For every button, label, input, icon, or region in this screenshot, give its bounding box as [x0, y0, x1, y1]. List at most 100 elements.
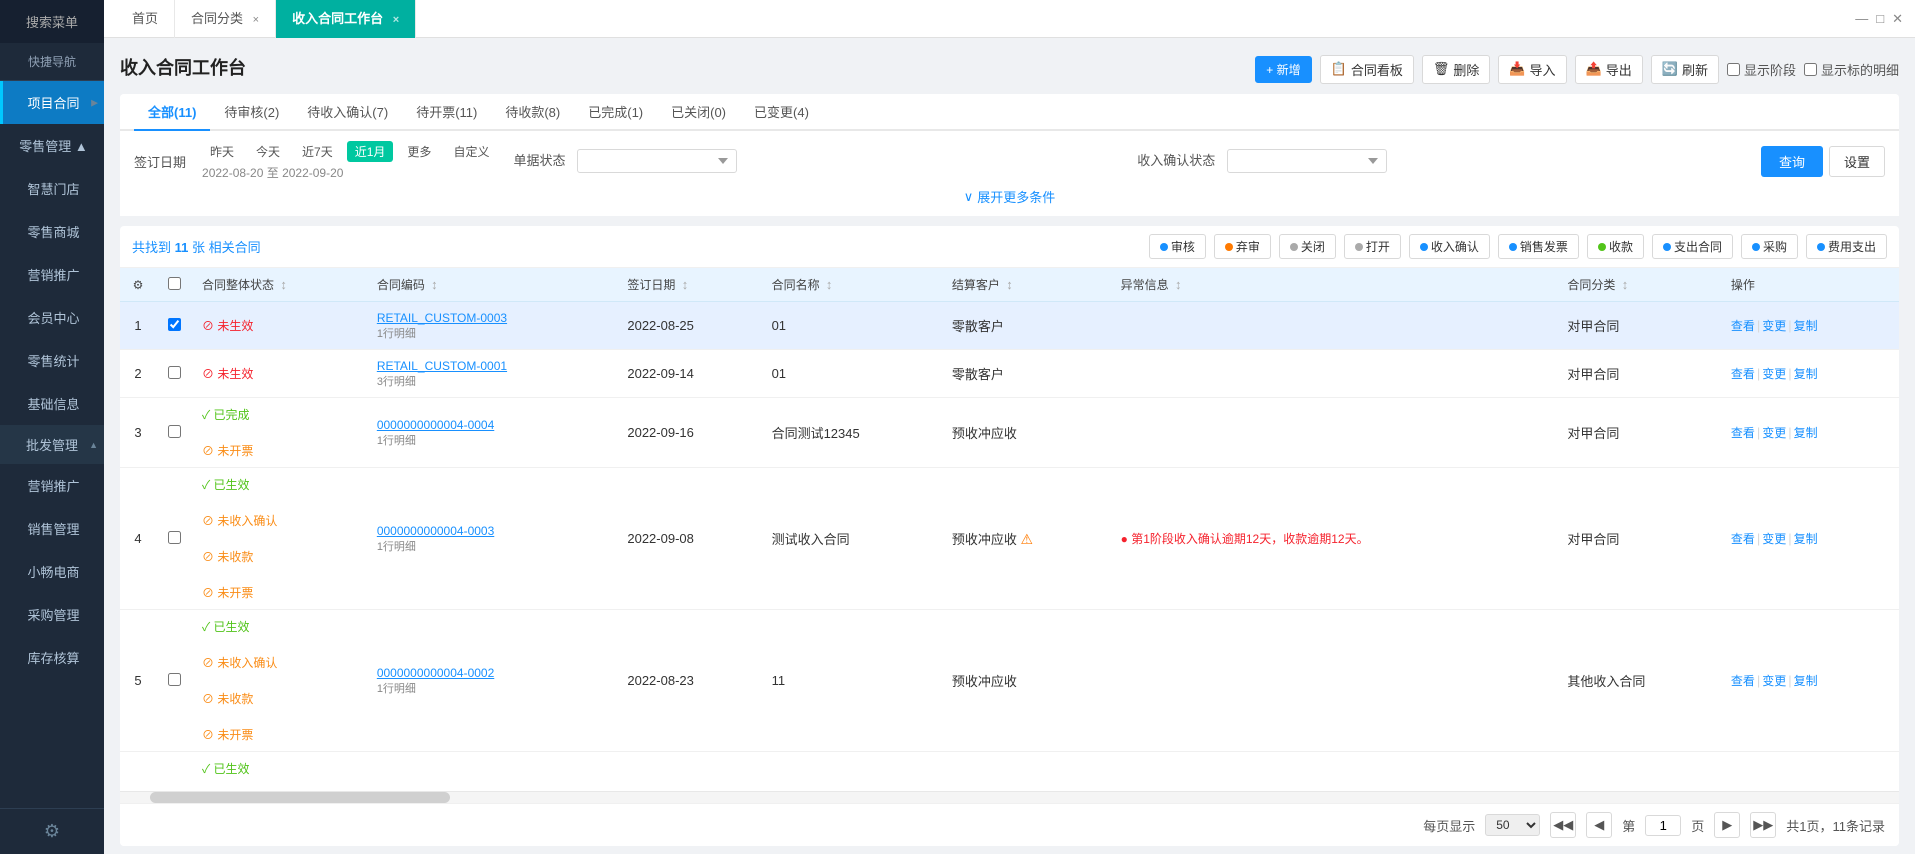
sidebar-item-project[interactable]: 项目合同 [0, 81, 104, 124]
op-edit-0[interactable]: 变更 [1762, 319, 1786, 333]
sidebar-settings-btn[interactable]: ⚙ [0, 808, 104, 854]
show-stage-checkbox[interactable]: 显示阶段 [1727, 60, 1796, 79]
sidebar-item-inventory[interactable]: 库存核算 [0, 636, 104, 679]
tab-income-contract-close[interactable]: × [393, 14, 399, 26]
row-check-4[interactable] [156, 610, 192, 752]
op-view-0[interactable]: 查看 [1731, 319, 1755, 333]
show-detail-checkbox[interactable]: 显示标的明细 [1804, 60, 1899, 79]
sidebar-item-smart-store[interactable]: 智慧门店 [0, 167, 104, 210]
action-btn-收入确认[interactable]: 收入确认 [1409, 234, 1490, 259]
op-edit-3[interactable]: 变更 [1762, 532, 1786, 546]
action-btn-审核[interactable]: 审核 [1149, 234, 1206, 259]
sidebar-item-xiaochang[interactable]: 小畅电商 [0, 550, 104, 593]
page-input[interactable] [1645, 815, 1681, 836]
sub-tab-3[interactable]: 待开票(11) [402, 94, 491, 131]
page-size-select[interactable]: 50 20 100 [1485, 814, 1540, 836]
sidebar-item-sales-mgmt[interactable]: 销售管理 [0, 507, 104, 550]
row-code-2[interactable]: 0000000000004-00041行明细 [367, 398, 618, 468]
row-status-0: ⊘ 未生效 [192, 302, 367, 350]
first-page-btn[interactable]: ◀◀ [1550, 812, 1576, 838]
delete-button[interactable]: 🗑 删除 [1422, 55, 1491, 84]
sub-tab-0[interactable]: 全部(11) [134, 94, 210, 131]
row-check-2[interactable] [156, 398, 192, 468]
next-page-btn[interactable]: ▶ [1714, 812, 1740, 838]
kanban-button[interactable]: 📋 合同看板 [1320, 55, 1414, 84]
date-btn-1month[interactable]: 近1月 [347, 141, 394, 162]
horizontal-scrollbar[interactable] [120, 791, 1899, 803]
sidebar-item-basic-info[interactable]: 基础信息 [0, 382, 104, 425]
tab-contract-class-close[interactable]: × [253, 14, 259, 26]
sidebar-item-retail-stats[interactable]: 零售统计 [0, 339, 104, 382]
expand-more-btn[interactable]: ∨ 展开更多条件 [134, 187, 1885, 206]
date-btn-today[interactable]: 今天 [248, 141, 288, 162]
row-code-3[interactable]: 0000000000004-00031行明细 [367, 468, 618, 610]
sub-tab-5[interactable]: 已完成(1) [574, 94, 657, 131]
action-btn-费用支出[interactable]: 费用支出 [1806, 234, 1887, 259]
table-scroll[interactable]: ⚙ 合同整体状态 ↕ 合同编码 ↕ 签订日期 ↕ 合同名称 ↕ 结算客户 ↕ 异… [120, 268, 1899, 791]
row-code-1[interactable]: RETAIL_CUSTOM-00013行明细 [367, 350, 618, 398]
sidebar-search[interactable]: 搜索菜单 [0, 0, 104, 43]
row-code-0[interactable]: RETAIL_CUSTOM-00031行明细 [367, 302, 618, 350]
close-btn[interactable]: ✕ [1892, 11, 1903, 27]
op-view-4[interactable]: 查看 [1731, 674, 1755, 688]
tab-contract-class[interactable]: 合同分类 × [175, 0, 276, 38]
op-copy-0[interactable]: 复制 [1794, 319, 1818, 333]
income-confirm-select[interactable] [1227, 149, 1387, 173]
sub-tab-7[interactable]: 已变更(4) [740, 94, 823, 131]
tab-home[interactable]: 首页 [116, 0, 175, 38]
sub-tab-4[interactable]: 待收款(8) [491, 94, 574, 131]
action-btn-销售发票[interactable]: 销售发票 [1498, 234, 1579, 259]
prev-page-btn[interactable]: ◀ [1586, 812, 1612, 838]
row-code-5[interactable]: 0000000000004-00011行明细 [367, 752, 618, 792]
sidebar-item-retail-mgmt[interactable]: 零售管理 [0, 124, 104, 167]
op-view-1[interactable]: 查看 [1731, 367, 1755, 381]
date-btn-custom[interactable]: 自定义 [445, 141, 497, 162]
date-btn-more[interactable]: 更多 [399, 141, 439, 162]
maximize-btn[interactable]: □ [1876, 11, 1884, 26]
action-btn-支出合同[interactable]: 支出合同 [1652, 234, 1733, 259]
action-btn-关闭[interactable]: 关闭 [1279, 234, 1336, 259]
export-button[interactable]: 📤 导出 [1575, 55, 1643, 84]
tab-income-contract[interactable]: 收入合同工作台 × [276, 0, 416, 38]
doc-status-select[interactable] [577, 149, 737, 173]
op-copy-1[interactable]: 复制 [1794, 367, 1818, 381]
sidebar-quick-nav[interactable]: 快捷导航 [0, 43, 104, 81]
action-btn-打开[interactable]: 打开 [1344, 234, 1401, 259]
col-check-all[interactable] [156, 268, 192, 302]
row-check-0[interactable] [156, 302, 192, 350]
sidebar-item-purchase[interactable]: 采购管理 [0, 593, 104, 636]
sidebar-item-wholesale-mgmt[interactable]: 批发管理 ▲ [0, 425, 104, 464]
sub-tab-6[interactable]: 已关闭(0) [657, 94, 740, 131]
row-code-4[interactable]: 0000000000004-00021行明细 [367, 610, 618, 752]
new-button[interactable]: + 新增 [1255, 56, 1311, 83]
op-view-2[interactable]: 查看 [1731, 426, 1755, 440]
op-copy-3[interactable]: 复制 [1794, 532, 1818, 546]
sidebar-item-marketing[interactable]: 营销推广 [0, 253, 104, 296]
op-edit-2[interactable]: 变更 [1762, 426, 1786, 440]
row-check-3[interactable] [156, 468, 192, 610]
date-btn-yesterday[interactable]: 昨天 [202, 141, 242, 162]
refresh-button[interactable]: 🔄 刷新 [1651, 55, 1719, 84]
col-config[interactable]: ⚙ [120, 268, 156, 302]
action-btn-弃审[interactable]: 弃审 [1214, 234, 1271, 259]
op-copy-4[interactable]: 复制 [1794, 674, 1818, 688]
op-edit-4[interactable]: 变更 [1762, 674, 1786, 688]
query-button[interactable]: 查询 [1761, 146, 1823, 177]
action-btn-采购[interactable]: 采购 [1741, 234, 1798, 259]
filter-setting-button[interactable]: 设置 [1829, 146, 1885, 177]
date-btn-7days[interactable]: 近7天 [294, 141, 341, 162]
last-page-btn[interactable]: ▶▶ [1750, 812, 1776, 838]
op-copy-2[interactable]: 复制 [1794, 426, 1818, 440]
op-edit-1[interactable]: 变更 [1762, 367, 1786, 381]
row-check-1[interactable] [156, 350, 192, 398]
sub-tab-1[interactable]: 待审核(2) [210, 94, 293, 131]
minimize-btn[interactable]: — [1855, 11, 1868, 26]
row-check-5[interactable] [156, 752, 192, 792]
sidebar-item-member[interactable]: 会员中心 [0, 296, 104, 339]
op-view-3[interactable]: 查看 [1731, 532, 1755, 546]
import-button[interactable]: 📥 导入 [1498, 55, 1566, 84]
action-btn-收款[interactable]: 收款 [1587, 234, 1644, 259]
sidebar-item-marketing2[interactable]: 营销推广 [0, 464, 104, 507]
sidebar-item-retail-mall[interactable]: 零售商城 [0, 210, 104, 253]
sub-tab-2[interactable]: 待收入确认(7) [293, 94, 402, 131]
